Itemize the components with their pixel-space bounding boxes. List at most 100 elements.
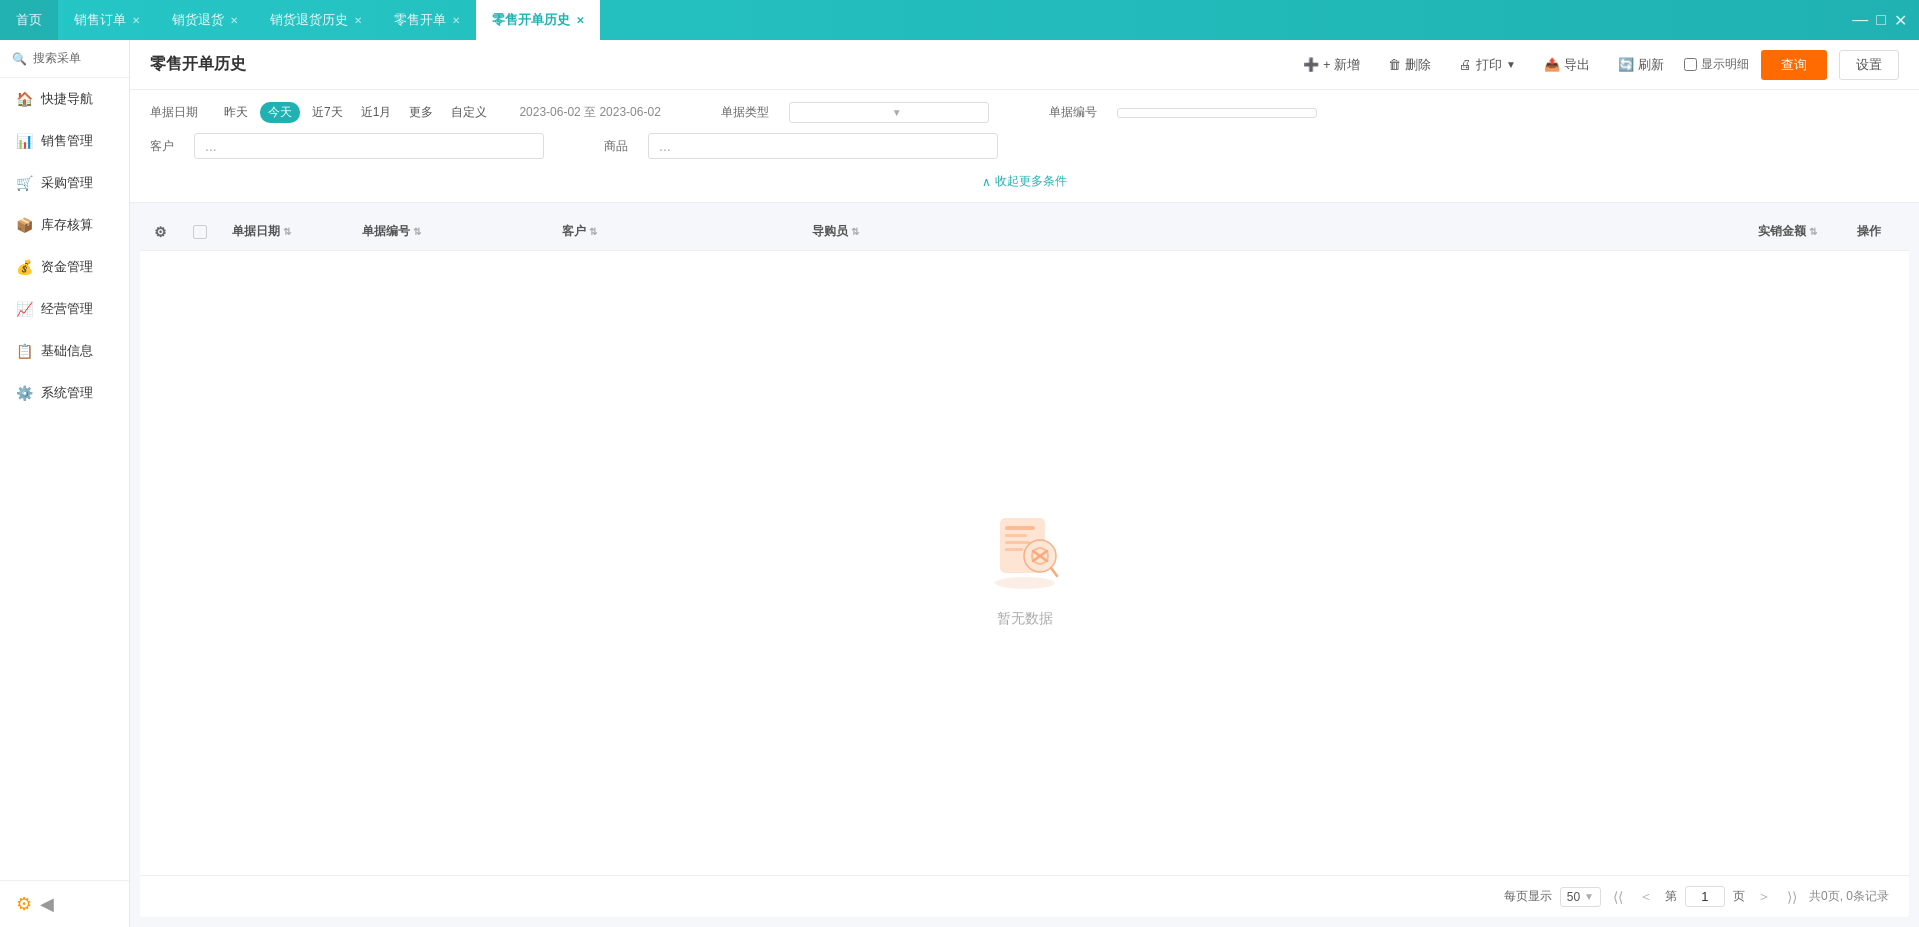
date-opt-today[interactable]: 今天 (260, 102, 300, 123)
date-opt-last1m[interactable]: 近1月 (355, 102, 398, 123)
sidebar-item-label: 销售管理 (41, 132, 93, 150)
table-header: ⚙ 单据日期 ⇅ 单据编号 ⇅ 客户 ⇅ 导购员 (140, 213, 1909, 251)
th-space (920, 222, 1709, 242)
window-close-icon[interactable]: ✕ (1894, 11, 1907, 30)
sidebar-item-sys-mgmt[interactable]: ⚙️ 系统管理 (0, 372, 129, 414)
tab-retail-open[interactable]: 零售开单 ✕ (378, 0, 476, 40)
date-opt-more[interactable]: 更多 (403, 102, 439, 123)
th-checkbox[interactable] (180, 215, 220, 249)
th-guide-sort-icon[interactable]: ⇅ (851, 226, 859, 237)
customer-label: 客户 (150, 138, 174, 155)
th-date-sort-icon[interactable]: ⇅ (283, 226, 291, 237)
page-size-select[interactable]: 50 ▼ (1560, 887, 1601, 907)
filter-row-2: 客户 ... 商品 ... (150, 133, 1899, 159)
tab-sales-return[interactable]: 销货退货 ✕ (156, 0, 254, 40)
sidebar-item-label: 采购管理 (41, 174, 93, 192)
sidebar-item-label: 经营管理 (41, 300, 93, 318)
query-button[interactable]: 查询 (1761, 50, 1827, 80)
table-settings-icon[interactable]: ⚙ (154, 224, 167, 240)
no-input[interactable] (1117, 108, 1317, 118)
operation-icon: 📈 (16, 301, 33, 317)
delete-icon: 🗑 (1388, 57, 1401, 72)
customer-input[interactable]: ... (194, 133, 544, 159)
sidebar-item-purchase-mgmt[interactable]: 🛒 采购管理 (0, 162, 129, 204)
top-bar: 首页 销售订单 ✕ 销货退货 ✕ 销货退货历史 ✕ 零售开单 ✕ 零售开单历史 … (0, 0, 1919, 40)
sidebar-bottom: ⚙ ◀ (0, 880, 129, 927)
window-minimize-icon[interactable]: — (1852, 11, 1868, 29)
last-page-icon[interactable]: ⟩⟩ (1783, 889, 1801, 905)
sidebar-item-basic-info[interactable]: 📋 基础信息 (0, 330, 129, 372)
th-action: 操作 (1829, 213, 1909, 250)
th-action-label: 操作 (1857, 223, 1881, 240)
main-layout: 🔍 搜索采单 🏠 快捷导航 📊 销售管理 🛒 采购管理 📦 库存核算 💰 资金管… (0, 40, 1919, 927)
th-customer[interactable]: 客户 ⇅ (550, 213, 800, 250)
collapse-sidebar-icon[interactable]: ◀ (40, 893, 54, 915)
tab-sales-order[interactable]: 销售订单 ✕ (58, 0, 156, 40)
next-page-icon[interactable]: ＞ (1753, 888, 1775, 906)
goods-input[interactable]: ... (648, 133, 998, 159)
close-tab-sales-order[interactable]: ✕ (132, 15, 140, 26)
close-tab-retail-open[interactable]: ✕ (452, 15, 460, 26)
sidebar-item-label: 库存核算 (41, 216, 93, 234)
sidebar-item-quick-nav[interactable]: 🏠 快捷导航 (0, 78, 129, 120)
date-opt-last7[interactable]: 近7天 (306, 102, 349, 123)
date-opt-yesterday[interactable]: 昨天 (218, 102, 254, 123)
window-maximize-icon[interactable]: □ (1876, 11, 1886, 29)
th-amount[interactable]: 实销金额 ⇅ (1709, 213, 1829, 250)
date-opt-custom[interactable]: 自定义 (445, 102, 493, 123)
th-customer-sort-icon[interactable]: ⇅ (589, 226, 597, 237)
close-tab-retail-open-history[interactable]: ✕ (576, 15, 584, 26)
page-number-input[interactable] (1685, 886, 1725, 907)
page-size-label: 每页显示 (1504, 888, 1552, 905)
export-icon: 📤 (1544, 57, 1560, 72)
select-all-checkbox[interactable] (193, 225, 207, 239)
th-settings[interactable]: ⚙ (140, 214, 180, 250)
sidebar-item-label: 基础信息 (41, 342, 93, 360)
box-icon: 📦 (16, 217, 33, 233)
svg-rect-5 (1005, 548, 1023, 551)
sidebar-item-sales-mgmt[interactable]: 📊 销售管理 (0, 120, 129, 162)
filter-row-1: 单据日期 昨天 今天 近7天 近1月 更多 自定义 2023-06-02 至 2… (150, 102, 1899, 123)
tab-retail-open-history[interactable]: 零售开单历史 ✕ (476, 0, 600, 40)
sidebar-item-inventory[interactable]: 📦 库存核算 (0, 204, 129, 246)
cart-icon: 🛒 (16, 175, 33, 191)
prev-page-icon[interactable]: ＜ (1635, 888, 1657, 906)
table-area: ⚙ 单据日期 ⇅ 单据编号 ⇅ 客户 ⇅ 导购员 (140, 213, 1909, 917)
money-icon: 💰 (16, 259, 33, 275)
th-no-sort-icon[interactable]: ⇅ (413, 226, 421, 237)
tab-sales-return-history[interactable]: 销货退货历史 ✕ (254, 0, 378, 40)
empty-state: 暂无数据 (140, 251, 1909, 875)
first-page-icon[interactable]: ⟨⟨ (1609, 889, 1627, 905)
delete-button[interactable]: 🗑 删除 (1380, 52, 1439, 78)
refresh-button[interactable]: 🔄 刷新 (1610, 52, 1672, 78)
page-size-value: 50 (1567, 890, 1580, 904)
close-tab-sales-return-history[interactable]: ✕ (354, 15, 362, 26)
svg-point-0 (995, 577, 1055, 589)
export-button[interactable]: 📤 导出 (1536, 52, 1598, 78)
add-button[interactable]: ➕ + 新增 (1295, 52, 1368, 78)
type-label: 单据类型 (721, 104, 769, 121)
date-range-display: 2023-06-02 至 2023-06-02 (519, 104, 660, 121)
th-guide[interactable]: 导购员 ⇅ (800, 213, 920, 250)
show-detail-checkbox[interactable] (1684, 58, 1697, 71)
date-label: 单据日期 (150, 104, 198, 121)
settings-bottom-icon[interactable]: ⚙ (16, 893, 32, 915)
th-amount-sort-icon[interactable]: ⇅ (1809, 226, 1817, 237)
th-no[interactable]: 单据编号 ⇅ (350, 213, 550, 250)
sidebar-search[interactable]: 🔍 搜索采单 (0, 40, 129, 78)
close-tab-sales-return[interactable]: ✕ (230, 15, 238, 26)
type-select[interactable]: ▼ (789, 102, 989, 123)
filter-area: 单据日期 昨天 今天 近7天 近1月 更多 自定义 2023-06-02 至 2… (130, 90, 1919, 203)
show-detail-checkbox-wrapper[interactable]: 显示明细 (1684, 56, 1749, 73)
th-amount-label: 实销金额 (1758, 223, 1806, 240)
collapse-more-btn[interactable]: ∧ 收起更多条件 (150, 169, 1899, 194)
tab-home[interactable]: 首页 (0, 0, 58, 40)
sidebar-item-operation[interactable]: 📈 经营管理 (0, 288, 129, 330)
th-guide-label: 导购员 (812, 223, 848, 240)
th-date[interactable]: 单据日期 ⇅ (220, 213, 350, 250)
settings-button[interactable]: 设置 (1839, 50, 1899, 80)
goods-dots: ... (659, 138, 671, 154)
print-button[interactable]: 🖨 打印 ▼ (1451, 52, 1524, 78)
sidebar-item-finance[interactable]: 💰 资金管理 (0, 246, 129, 288)
sidebar-item-label: 资金管理 (41, 258, 93, 276)
